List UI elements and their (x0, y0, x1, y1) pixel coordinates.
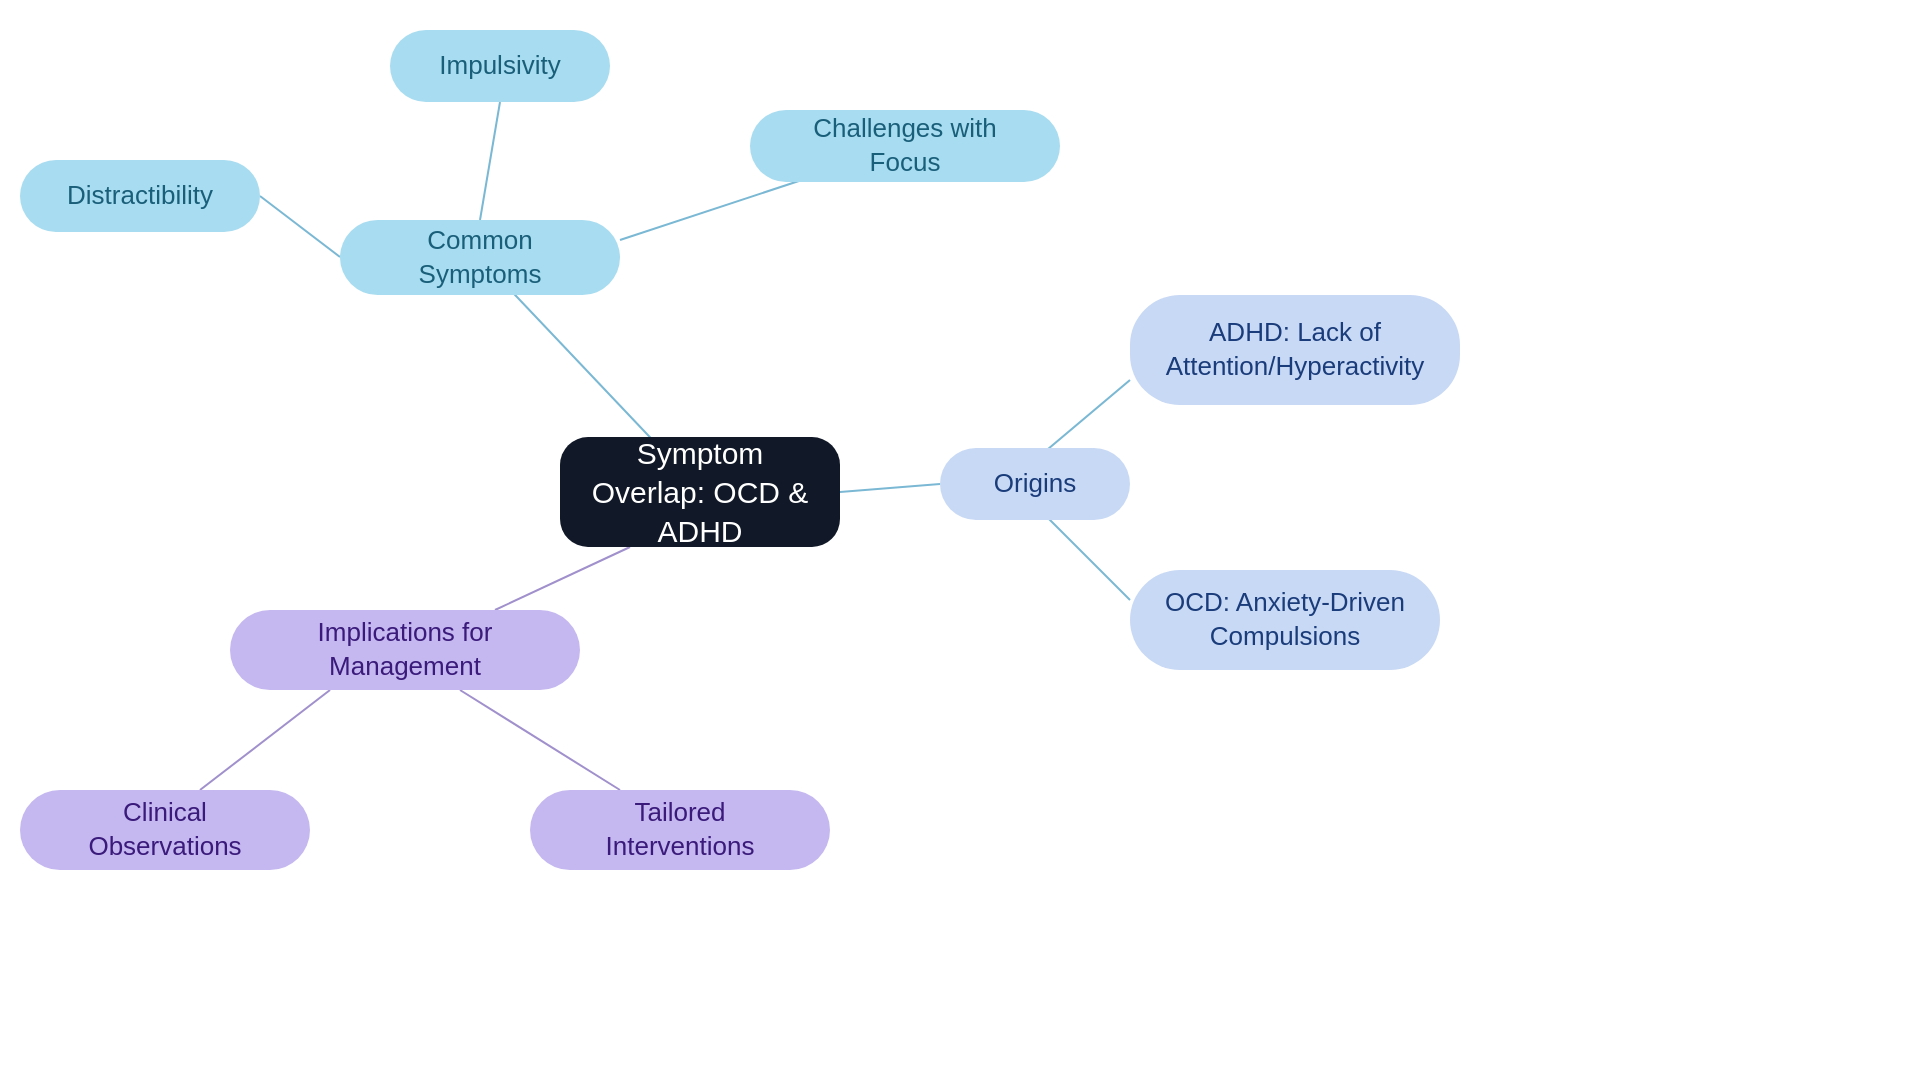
common-symptoms-label: Common Symptoms (370, 224, 590, 292)
clinical-observations-node[interactable]: Clinical Observations (20, 790, 310, 870)
ocd-node[interactable]: OCD: Anxiety-DrivenCompulsions (1130, 570, 1440, 670)
adhd-node[interactable]: ADHD: Lack ofAttention/Hyperactivity (1130, 295, 1460, 405)
challenges-focus-label: Challenges with Focus (780, 112, 1030, 180)
svg-line-9 (460, 690, 620, 790)
svg-line-7 (495, 547, 630, 610)
origins-label: Origins (994, 467, 1076, 501)
origins-node[interactable]: Origins (940, 448, 1130, 520)
clinical-observations-label: Clinical Observations (50, 796, 280, 864)
impulsivity-label: Impulsivity (439, 49, 560, 83)
ocd-label: OCD: Anxiety-DrivenCompulsions (1165, 586, 1405, 654)
svg-line-2 (260, 196, 340, 257)
common-symptoms-node[interactable]: Common Symptoms (340, 220, 620, 295)
distractibility-label: Distractibility (67, 179, 213, 213)
svg-line-1 (480, 102, 500, 220)
distractibility-node[interactable]: Distractibility (20, 160, 260, 232)
center-label: Symptom Overlap: OCD &ADHD (590, 434, 810, 551)
implications-label: Implications for Management (260, 616, 550, 684)
tailored-interventions-label: Tailored Interventions (560, 796, 800, 864)
impulsivity-node[interactable]: Impulsivity (390, 30, 610, 102)
svg-line-4 (840, 484, 940, 492)
challenges-focus-node[interactable]: Challenges with Focus (750, 110, 1060, 182)
svg-line-8 (200, 690, 330, 790)
implications-node[interactable]: Implications for Management (230, 610, 580, 690)
center-node[interactable]: Symptom Overlap: OCD &ADHD (560, 437, 840, 547)
adhd-label: ADHD: Lack ofAttention/Hyperactivity (1166, 316, 1425, 384)
tailored-interventions-node[interactable]: Tailored Interventions (530, 790, 830, 870)
